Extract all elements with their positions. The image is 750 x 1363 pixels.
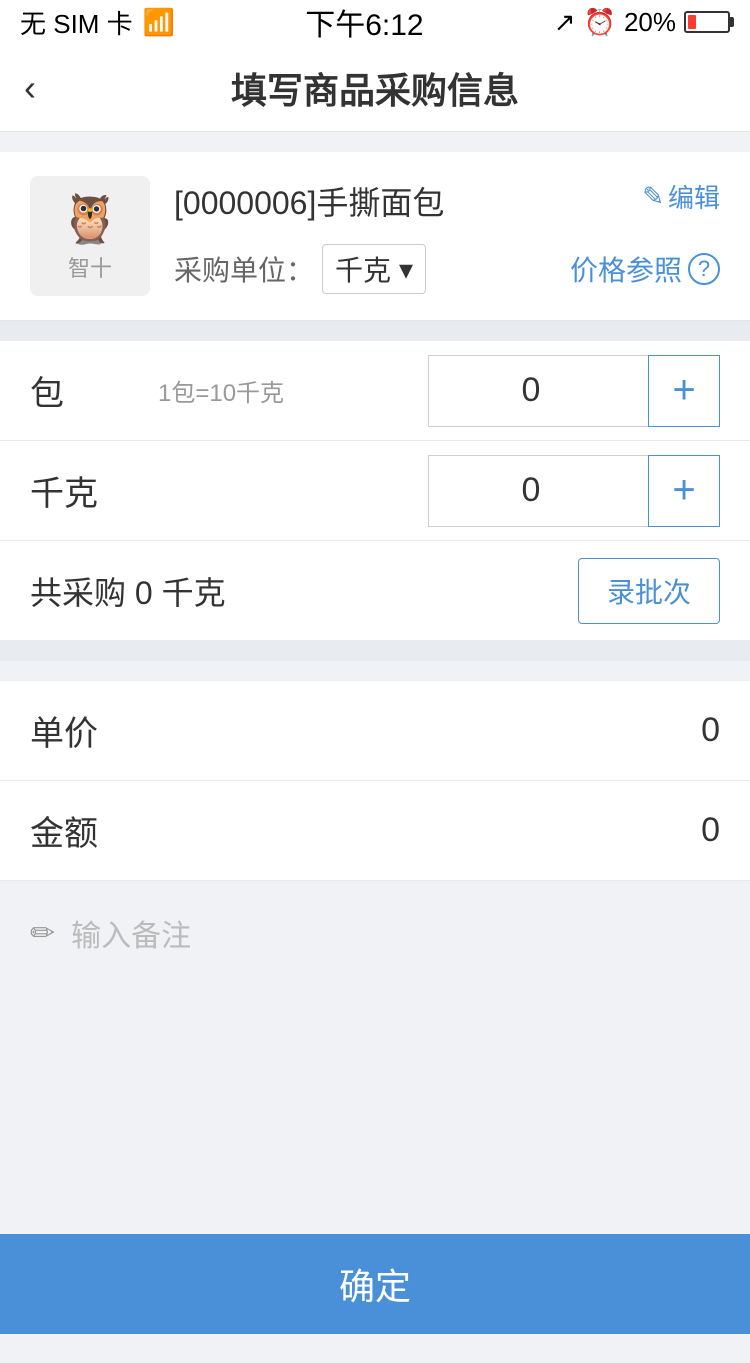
unit-price-row: 单价 0 [0,681,750,781]
bag-sublabel: 1包=10千克 [158,373,428,408]
product-info: [0000006]手撕面包 ✎ 编辑 采购单位： 千克 ▾ 价格参照 ? [174,178,720,294]
unit-value: 千克 [335,249,391,289]
amount-row: 金额 0 [0,781,750,881]
unit-label: 采购单位： [174,249,314,289]
product-image-label: 智十 [68,251,112,283]
edit-icon: ✎ [642,181,664,212]
input-section: 包 1包=10千克 + 千克 + 共采购 0 千克 录批次 [0,341,750,641]
price-ref-label: 价格参照 [570,249,682,289]
battery-fill [688,15,696,29]
back-button[interactable]: ‹ [24,67,36,109]
price-section: 单价 0 金额 0 [0,681,750,881]
confirm-button[interactable]: 确定 [0,1234,750,1334]
status-bar: 无 SIM 卡 📶 下午6:12 ↗ ⏰ 20% [0,0,750,44]
note-icon: ✏ [30,916,55,951]
edit-label: 编辑 [668,178,720,215]
bag-quantity-input[interactable] [428,355,648,427]
unit-select[interactable]: 千克 ▾ [322,244,426,294]
kg-input-row: 千克 + [0,441,750,541]
unit-selector-area: 采购单位： 千克 ▾ [174,244,426,294]
bag-input-controls: + [428,355,720,427]
product-info-top: [0000006]手撕面包 ✎ 编辑 [174,178,720,224]
note-section[interactable]: ✏ 输入备注 [0,883,750,983]
note-placeholder: 输入备注 [71,911,191,955]
edit-link[interactable]: ✎ 编辑 [642,178,720,215]
confirm-button-label: 确定 [339,1258,411,1310]
product-unit-row: 采购单位： 千克 ▾ 价格参照 ? [174,244,720,294]
amount-label: 金额 [30,806,701,855]
kg-label: 千克 [30,466,150,515]
price-ref-btn[interactable]: 价格参照 ? [570,249,720,289]
amount-value: 0 [701,811,720,850]
bag-input-row: 包 1包=10千克 + [0,341,750,441]
nav-bar: ‹ 填写商品采购信息 [0,44,750,132]
alarm-icon: ⏰ [584,7,616,38]
section-divider-1 [0,321,750,341]
wifi-icon: 📶 [143,7,175,38]
help-icon: ? [688,253,720,285]
kg-plus-button[interactable]: + [648,455,720,527]
product-name: [0000006]手撕面包 [174,178,444,224]
section-divider-2 [0,641,750,661]
product-card: 🦉 智十 [0000006]手撕面包 ✎ 编辑 采购单位： 千克 ▾ 价格参照 … [0,152,750,321]
unit-price-value: 0 [701,711,720,750]
status-time: 下午6:12 [305,0,423,44]
dropdown-icon: ▾ [399,253,413,286]
bag-plus-button[interactable]: + [648,355,720,427]
battery-percent: 20% [624,7,676,38]
total-row: 共采购 0 千克 录批次 [0,541,750,641]
unit-price-label: 单价 [30,706,701,755]
battery-icon [684,11,730,33]
batch-button[interactable]: 录批次 [578,558,720,624]
location-icon: ↗ [554,7,576,38]
page-title: 填写商品采购信息 [231,62,519,114]
status-right: ↗ ⏰ 20% [554,7,730,38]
kg-quantity-input[interactable] [428,455,648,527]
kg-input-controls: + [428,455,720,527]
kg-plus-icon: + [672,468,695,513]
product-owl-icon: 🦉 [60,190,120,247]
product-image: 🦉 智十 [30,176,150,296]
sim-label: 无 SIM 卡 [20,4,133,41]
bag-plus-icon: + [672,368,695,413]
total-text: 共采购 0 千克 [30,568,578,614]
status-left: 无 SIM 卡 📶 [20,4,175,41]
bag-label: 包 [30,366,150,415]
